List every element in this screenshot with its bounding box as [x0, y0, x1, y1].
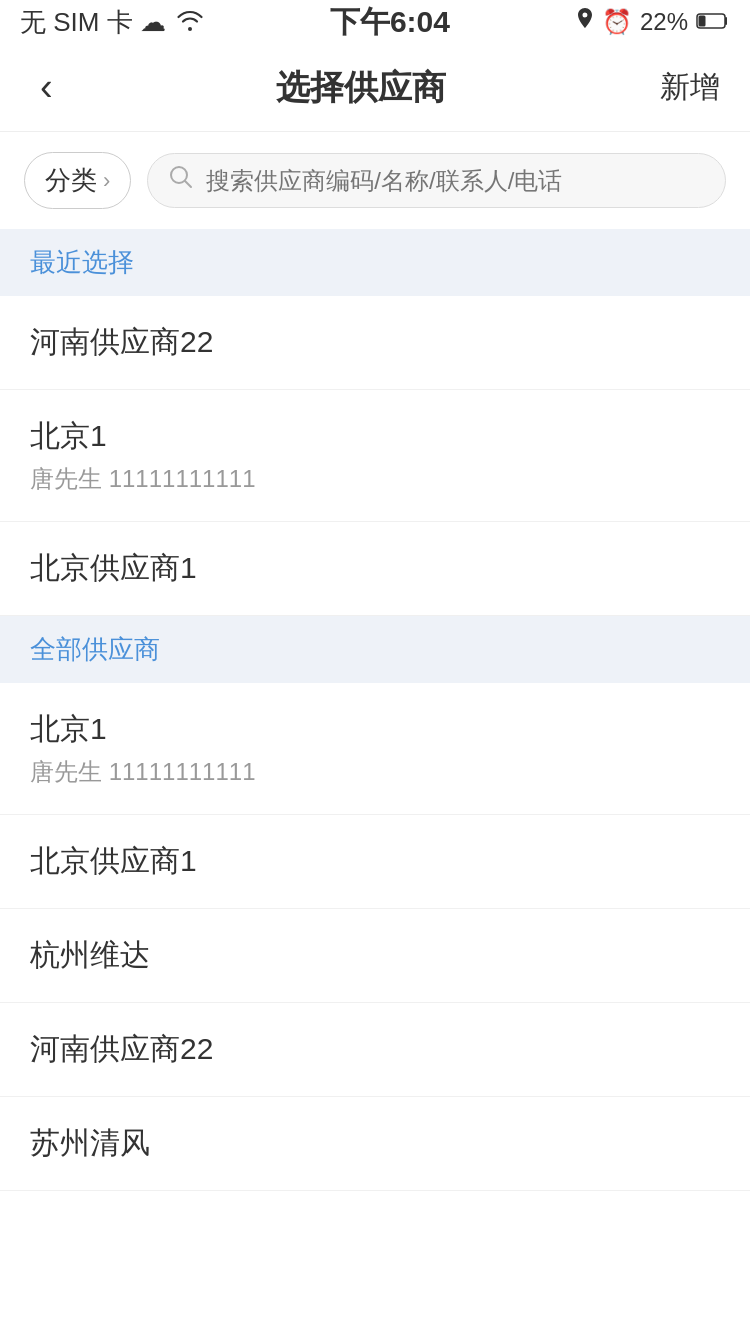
battery-level: 22% [640, 8, 688, 36]
chevron-right-icon: › [103, 168, 110, 194]
list-item[interactable]: 河南供应商22 [0, 296, 750, 390]
item-name: 河南供应商22 [30, 1029, 720, 1070]
recent-section-label: 最近选择 [30, 247, 134, 277]
search-icon [168, 164, 194, 197]
item-name: 杭州维达 [30, 935, 720, 976]
item-sub: 唐先生 11111111111 [30, 756, 720, 788]
category-filter-button[interactable]: 分类 › [24, 152, 131, 209]
status-right: ⏰ 22% [576, 8, 730, 36]
battery-icon [696, 8, 730, 36]
category-label: 分类 [45, 163, 97, 198]
list-item[interactable]: 杭州维达 [0, 909, 750, 1003]
list-item[interactable]: 北京1 唐先生 11111111111 [0, 390, 750, 522]
item-name: 苏州清风 [30, 1123, 720, 1164]
all-items-list: 北京1 唐先生 11111111111 北京供应商1 杭州维达 河南供应商22 苏… [0, 683, 750, 1191]
search-box [147, 153, 726, 208]
recent-items-list: 河南供应商22 北京1 唐先生 11111111111 北京供应商1 [0, 296, 750, 616]
svg-rect-1 [699, 16, 706, 27]
list-item[interactable]: 北京供应商1 [0, 815, 750, 909]
all-section-header: 全部供应商 [0, 616, 750, 683]
search-input[interactable] [206, 167, 705, 195]
all-section-label: 全部供应商 [30, 634, 160, 664]
item-name: 北京1 [30, 416, 720, 457]
new-action-button[interactable]: 新增 [660, 67, 720, 108]
list-item[interactable]: 北京1 唐先生 11111111111 [0, 683, 750, 815]
item-sub: 唐先生 11111111111 [30, 463, 720, 495]
wifi-icon [176, 7, 204, 38]
list-item[interactable]: 北京供应商1 [0, 522, 750, 616]
back-button[interactable]: ‹ [30, 56, 63, 119]
status-bar: 无 SIM 卡 ☁ 下午6:04 ⏰ 22% [0, 0, 750, 44]
recent-section-header: 最近选择 [0, 229, 750, 296]
list-item[interactable]: 苏州清风 [0, 1097, 750, 1191]
no-sim-label: 无 SIM 卡 ☁ [20, 5, 166, 40]
filter-bar: 分类 › [0, 132, 750, 229]
alarm-icon: ⏰ [602, 8, 632, 36]
location-icon [576, 8, 594, 36]
page-title: 选择供应商 [276, 65, 446, 111]
item-name: 北京供应商1 [30, 548, 720, 589]
item-name: 河南供应商22 [30, 322, 720, 363]
item-name: 北京1 [30, 709, 720, 750]
nav-bar: ‹ 选择供应商 新增 [0, 44, 750, 132]
status-time: 下午6:04 [330, 2, 450, 43]
list-item[interactable]: 河南供应商22 [0, 1003, 750, 1097]
status-left: 无 SIM 卡 ☁ [20, 5, 204, 40]
item-name: 北京供应商1 [30, 841, 720, 882]
